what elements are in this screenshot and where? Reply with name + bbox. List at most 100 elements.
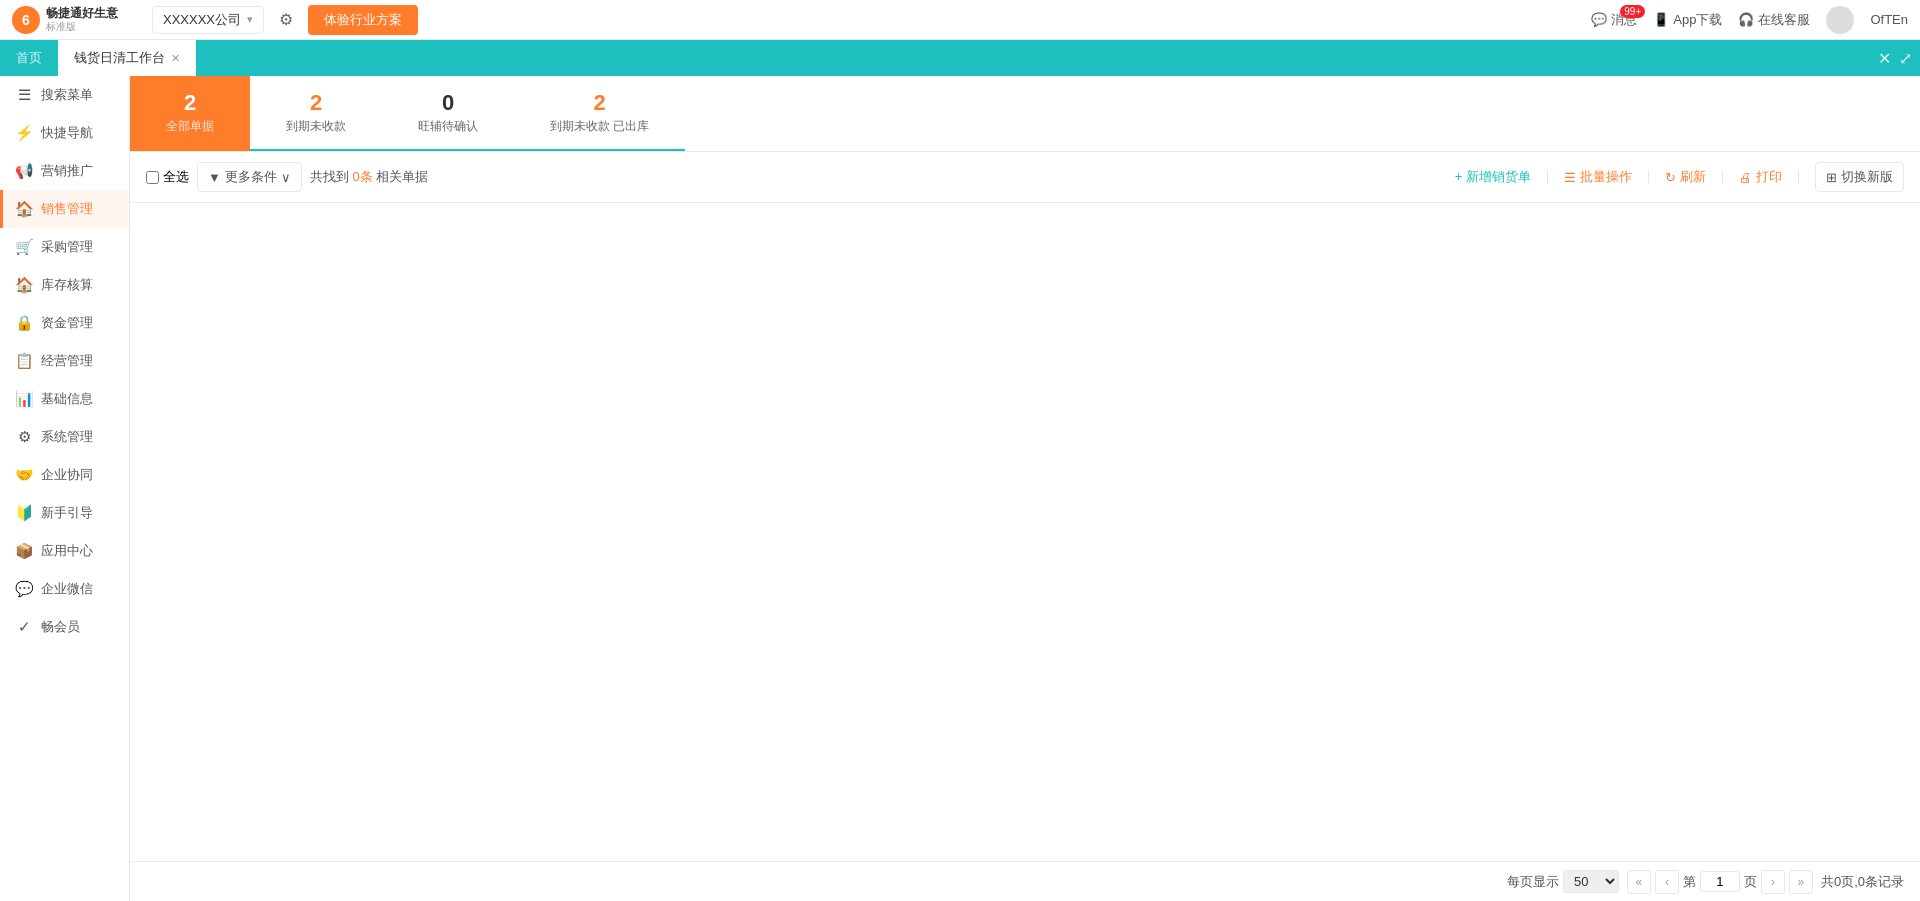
company-name: XXXXXX公司 [163, 11, 241, 29]
print-icon: 🖨 [1739, 170, 1752, 185]
card-all[interactable]: 2 全部单据 [130, 76, 250, 151]
filter-button[interactable]: ▼ 更多条件 ∨ [197, 162, 302, 192]
print-button[interactable]: 🖨 打印 [1739, 168, 1782, 186]
content-area: 2 全部单据 2 到期未收款 0 旺辅待确认 2 到期未收款 已出库 全选 [130, 76, 1920, 901]
total-text: 共0页,0条记录 [1821, 873, 1904, 891]
company-selector[interactable]: XXXXXX公司 ▾ [152, 6, 264, 34]
sidebar-label-inventory: 库存核算 [41, 276, 93, 294]
summary-cards: 2 全部单据 2 到期未收款 0 旺辅待确认 2 到期未收款 已出库 [130, 76, 1920, 152]
marketing-icon: 📢 [15, 162, 33, 180]
first-page-button[interactable]: « [1627, 870, 1651, 894]
last-page-button[interactable]: » [1789, 870, 1813, 894]
sidebar-label-member: 畅会员 [41, 618, 80, 636]
card-overdue-shipped-label: 到期未收款 已出库 [550, 118, 649, 135]
close-tab-icon[interactable]: ✕ [171, 52, 180, 65]
toolbar-right: + 新增销货单 ☰ 批量操作 ↻ 刷新 🖨 打印 ⊞ [1455, 162, 1904, 192]
try-industry-button[interactable]: 体验行业方案 [308, 5, 418, 35]
download-icon: 📱 [1653, 12, 1669, 27]
sidebar-item-search-menu[interactable]: ☰ 搜索菜单 [0, 76, 129, 114]
sales-icon: 🏠 [15, 200, 33, 218]
enterprise-icon: 🤝 [15, 466, 33, 484]
minimize-icon[interactable]: ✕ [1878, 49, 1891, 68]
wechat-icon: 💬 [15, 580, 33, 598]
sidebar-label-purchase: 采购管理 [41, 238, 93, 256]
refresh-button[interactable]: ↻ 刷新 [1665, 168, 1706, 186]
sidebar-item-app-center[interactable]: 📦 应用中心 [0, 532, 129, 570]
batch-label: 批量操作 [1580, 168, 1632, 186]
member-icon: ✓ [15, 618, 33, 636]
add-sales-order-button[interactable]: + 新增销货单 [1455, 168, 1531, 186]
avatar[interactable] [1826, 6, 1854, 34]
card-pending[interactable]: 0 旺辅待确认 [382, 76, 514, 151]
sidebar-label-system: 系统管理 [41, 428, 93, 446]
sidebar-item-operations[interactable]: 📋 经营管理 [0, 342, 129, 380]
table-area [130, 203, 1920, 861]
filter-icon: ▼ [208, 170, 221, 185]
basic-info-icon: 📊 [15, 390, 33, 408]
sidebar-item-sales[interactable]: 🏠 销售管理 [0, 190, 129, 228]
card-pending-num: 0 [442, 90, 454, 116]
select-all-label: 全选 [163, 168, 189, 186]
sidebar-label-enterprise: 企业协同 [41, 466, 93, 484]
sidebar-item-inventory[interactable]: 🏠 库存核算 [0, 266, 129, 304]
app-download-button[interactable]: 📱 App下载 [1653, 11, 1722, 29]
page-nav: « ‹ 第 页 › » [1627, 870, 1813, 894]
maximize-icon[interactable]: ⤢ [1899, 49, 1912, 68]
tab-daily-work-label: 钱货日清工作台 [74, 49, 165, 67]
sidebar-item-finance[interactable]: 🔒 资金管理 [0, 304, 129, 342]
logo-icon: 6 [12, 6, 40, 34]
chevron-down-icon: ▾ [247, 13, 253, 26]
sidebar-item-quick-nav[interactable]: ⚡ 快捷导航 [0, 114, 129, 152]
page-input[interactable] [1700, 871, 1740, 892]
message-button[interactable]: 💬 消息 99+ [1591, 11, 1637, 29]
tab-home[interactable]: 首页 [0, 40, 58, 76]
sidebar-label-wechat: 企业微信 [41, 580, 93, 598]
sidebar-item-enterprise[interactable]: 🤝 企业协同 [0, 456, 129, 494]
finance-icon: 🔒 [15, 314, 33, 332]
sidebar-item-wechat[interactable]: 💬 企业微信 [0, 570, 129, 608]
sidebar-item-member[interactable]: ✓ 畅会员 [0, 608, 129, 646]
card-overdue[interactable]: 2 到期未收款 [250, 76, 382, 151]
message-badge: 99+ [1620, 5, 1645, 18]
app-center-icon: 📦 [15, 542, 33, 560]
next-page-button[interactable]: › [1761, 870, 1785, 894]
username: OfTEn [1870, 12, 1908, 27]
page-suffix: 页 [1744, 873, 1757, 891]
online-service-button[interactable]: 🎧 在线客服 [1738, 11, 1810, 29]
system-icon: ⚙ [15, 428, 33, 446]
batch-icon: ☰ [1564, 170, 1576, 185]
logo-text: 畅捷通好生意 标准版 [46, 6, 118, 32]
quick-nav-icon: ⚡ [15, 124, 33, 142]
card-all-label: 全部单据 [166, 118, 214, 135]
sidebar-item-guide[interactable]: 🔰 新手引导 [0, 494, 129, 532]
page-size-dropdown[interactable]: 50 100 200 [1563, 870, 1619, 893]
card-all-num: 2 [184, 90, 196, 116]
tab-daily-work[interactable]: 钱货日清工作台 ✕ [58, 40, 196, 76]
select-all-checkbox[interactable]: 全选 [146, 168, 189, 186]
service-icon: 🎧 [1738, 12, 1754, 27]
card-pending-label: 旺辅待确认 [418, 118, 478, 135]
top-header: 6 畅捷通好生意 标准版 XXXXXX公司 ▾ ⚙ 体验行业方案 💬 消息 99… [0, 0, 1920, 40]
card-overdue-num: 2 [310, 90, 322, 116]
main-layout: ☰ 搜索菜单 ⚡ 快捷导航 📢 营销推广 🏠 销售管理 🛒 采购管理 🏠 库存核… [0, 76, 1920, 901]
filter-chevron-icon: ∨ [281, 170, 291, 185]
found-text: 共找到 0条 相关单据 [310, 168, 428, 186]
batch-operation-button[interactable]: ☰ 批量操作 [1564, 168, 1632, 186]
sidebar-label-sales: 销售管理 [41, 200, 93, 218]
card-overdue-shipped[interactable]: 2 到期未收款 已出库 [514, 76, 685, 151]
checkbox-input[interactable] [146, 171, 159, 184]
sidebar-label-basic-info: 基础信息 [41, 390, 93, 408]
sidebar-label-guide: 新手引导 [41, 504, 93, 522]
sidebar-label-search-menu: 搜索菜单 [41, 86, 93, 104]
settings-icon[interactable]: ⚙ [272, 6, 300, 34]
sidebar-item-system[interactable]: ⚙ 系统管理 [0, 418, 129, 456]
sidebar-item-basic-info[interactable]: 📊 基础信息 [0, 380, 129, 418]
prev-page-button[interactable]: ‹ [1655, 870, 1679, 894]
found-suffix: 相关单据 [376, 169, 428, 184]
toolbar: 全选 ▼ 更多条件 ∨ 共找到 0条 相关单据 + 新增销货单 ☰ 批量操作 [130, 152, 1920, 203]
switch-version-button[interactable]: ⊞ 切换新版 [1815, 162, 1904, 192]
sidebar-label-quick-nav: 快捷导航 [41, 124, 93, 142]
sidebar-item-purchase[interactable]: 🛒 采购管理 [0, 228, 129, 266]
sidebar-item-marketing[interactable]: 📢 营销推广 [0, 152, 129, 190]
divider3 [1722, 170, 1723, 184]
